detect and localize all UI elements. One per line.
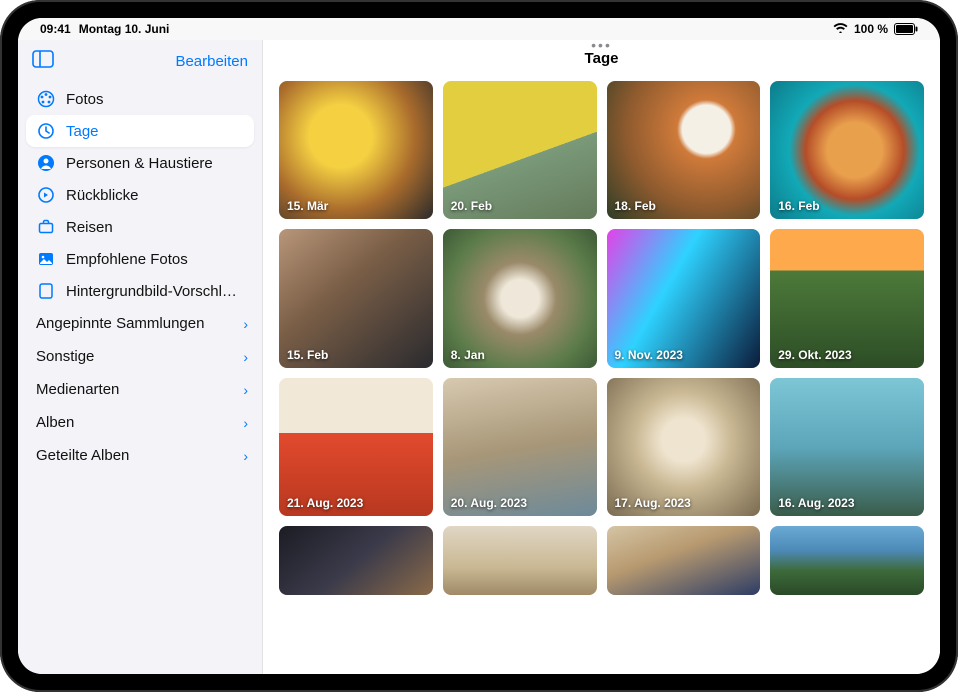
edit-button[interactable]: Bearbeiten <box>175 53 248 70</box>
screen: 09:41 Montag 10. Juni 100 % <box>18 18 940 674</box>
sidebar-list: Fotos Tage Personen & Haustiere <box>18 83 262 307</box>
app-body: Bearbeiten Fotos Tage <box>18 40 940 674</box>
day-tile[interactable]: 18. Feb <box>607 81 761 219</box>
person-icon <box>36 154 56 172</box>
chevron-right-icon: › <box>243 448 248 464</box>
day-tile[interactable]: 15. Mär <box>279 81 433 219</box>
tile-date: 21. Aug. 2023 <box>287 496 363 510</box>
tile-date: 16. Aug. 2023 <box>778 496 854 510</box>
day-tile[interactable]: 29. Okt. 2023 <box>770 229 924 367</box>
sidebar-item-personen[interactable]: Personen & Haustiere <box>26 147 254 179</box>
sidebar-group-label: Angepinnte Sammlungen <box>36 315 204 332</box>
tile-date: 29. Okt. 2023 <box>778 348 851 362</box>
sidebar-item-reisen[interactable]: Reisen <box>26 211 254 243</box>
battery-icon <box>894 23 918 35</box>
wifi-icon <box>833 22 848 36</box>
day-tile[interactable]: 16. Aug. 2023 <box>770 378 924 516</box>
content-header: ••• Tage <box>263 40 940 81</box>
sidebar: Bearbeiten Fotos Tage <box>18 40 263 674</box>
sidebar-item-label: Hintergrundbild-Vorschläge <box>66 283 244 300</box>
tile-date: 18. Feb <box>615 199 656 213</box>
featured-icon <box>36 250 56 268</box>
days-grid[interactable]: 15. Mär 20. Feb 18. Feb 16. Feb 15. Feb … <box>263 81 940 674</box>
sidebar-item-label: Personen & Haustiere <box>66 155 244 172</box>
sidebar-item-empfohlene[interactable]: Empfohlene Fotos <box>26 243 254 275</box>
tile-date: 15. Feb <box>287 348 328 362</box>
day-tile[interactable]: 20. Aug. 2023 <box>443 378 597 516</box>
tile-date: 20. Aug. 2023 <box>451 496 527 510</box>
sidebar-item-tage[interactable]: Tage <box>26 115 254 147</box>
sidebar-toggle-icon[interactable] <box>32 50 54 73</box>
day-tile[interactable]: 9. Nov. 2023 <box>607 229 761 367</box>
sidebar-group-label: Sonstige <box>36 348 94 365</box>
sidebar-item-label: Tage <box>66 123 244 140</box>
sidebar-item-label: Empfohlene Fotos <box>66 251 244 268</box>
day-tile[interactable]: 20. Feb <box>443 81 597 219</box>
sidebar-item-label: Rückblicke <box>66 187 244 204</box>
tile-date: 20. Feb <box>451 199 492 213</box>
sidebar-group-geteilte-alben[interactable]: Geteilte Alben › <box>18 439 262 472</box>
day-tile[interactable] <box>770 526 924 595</box>
photo-thumbnail <box>607 526 761 595</box>
photos-icon <box>36 90 56 108</box>
tile-date: 15. Mär <box>287 199 328 213</box>
status-right: 100 % <box>833 22 918 36</box>
ipad-frame: 09:41 Montag 10. Juni 100 % <box>0 0 958 692</box>
photo-thumbnail <box>279 526 433 595</box>
sidebar-item-fotos[interactable]: Fotos <box>26 83 254 115</box>
photo-thumbnail <box>443 526 597 595</box>
chevron-right-icon: › <box>243 382 248 398</box>
day-tile[interactable]: 16. Feb <box>770 81 924 219</box>
sidebar-top: Bearbeiten <box>18 46 262 83</box>
clock-icon <box>36 122 56 140</box>
sidebar-group-sonstige[interactable]: Sonstige › <box>18 340 262 373</box>
chevron-right-icon: › <box>243 349 248 365</box>
tile-date: 8. Jan <box>451 348 485 362</box>
chevron-right-icon: › <box>243 415 248 431</box>
sidebar-group-label: Alben <box>36 414 74 431</box>
status-date: Montag 10. Juni <box>79 22 170 36</box>
tile-date: 17. Aug. 2023 <box>615 496 691 510</box>
sidebar-group-label: Geteilte Alben <box>36 447 129 464</box>
sidebar-item-rueckblicke[interactable]: Rückblicke <box>26 179 254 211</box>
sidebar-item-hintergrundbild[interactable]: Hintergrundbild-Vorschläge <box>26 275 254 307</box>
memories-icon <box>36 186 56 204</box>
day-tile[interactable]: 15. Feb <box>279 229 433 367</box>
day-tile[interactable]: 21. Aug. 2023 <box>279 378 433 516</box>
sidebar-group-alben[interactable]: Alben › <box>18 406 262 439</box>
photo-thumbnail <box>770 526 924 595</box>
day-tile[interactable] <box>443 526 597 595</box>
sidebar-group-label: Medienarten <box>36 381 119 398</box>
content: ••• Tage 15. Mär 20. Feb 18. Feb 16. Feb… <box>263 40 940 674</box>
status-left: 09:41 Montag 10. Juni <box>40 22 169 36</box>
sidebar-item-label: Fotos <box>66 91 244 108</box>
status-bar: 09:41 Montag 10. Juni 100 % <box>18 18 940 40</box>
battery-percent: 100 % <box>854 22 888 36</box>
wallpaper-icon <box>36 282 56 300</box>
suitcase-icon <box>36 218 56 236</box>
sidebar-item-label: Reisen <box>66 219 244 236</box>
tile-date: 9. Nov. 2023 <box>615 348 683 362</box>
day-tile[interactable]: 17. Aug. 2023 <box>607 378 761 516</box>
day-tile[interactable] <box>279 526 433 595</box>
day-tile[interactable]: 8. Jan <box>443 229 597 367</box>
day-tile[interactable] <box>607 526 761 595</box>
sidebar-group-medienarten[interactable]: Medienarten › <box>18 373 262 406</box>
more-options-icon[interactable]: ••• <box>591 40 612 50</box>
tile-date: 16. Feb <box>778 199 819 213</box>
status-time: 09:41 <box>40 22 71 36</box>
sidebar-group-angepinnte[interactable]: Angepinnte Sammlungen › <box>18 307 262 340</box>
chevron-right-icon: › <box>243 316 248 332</box>
